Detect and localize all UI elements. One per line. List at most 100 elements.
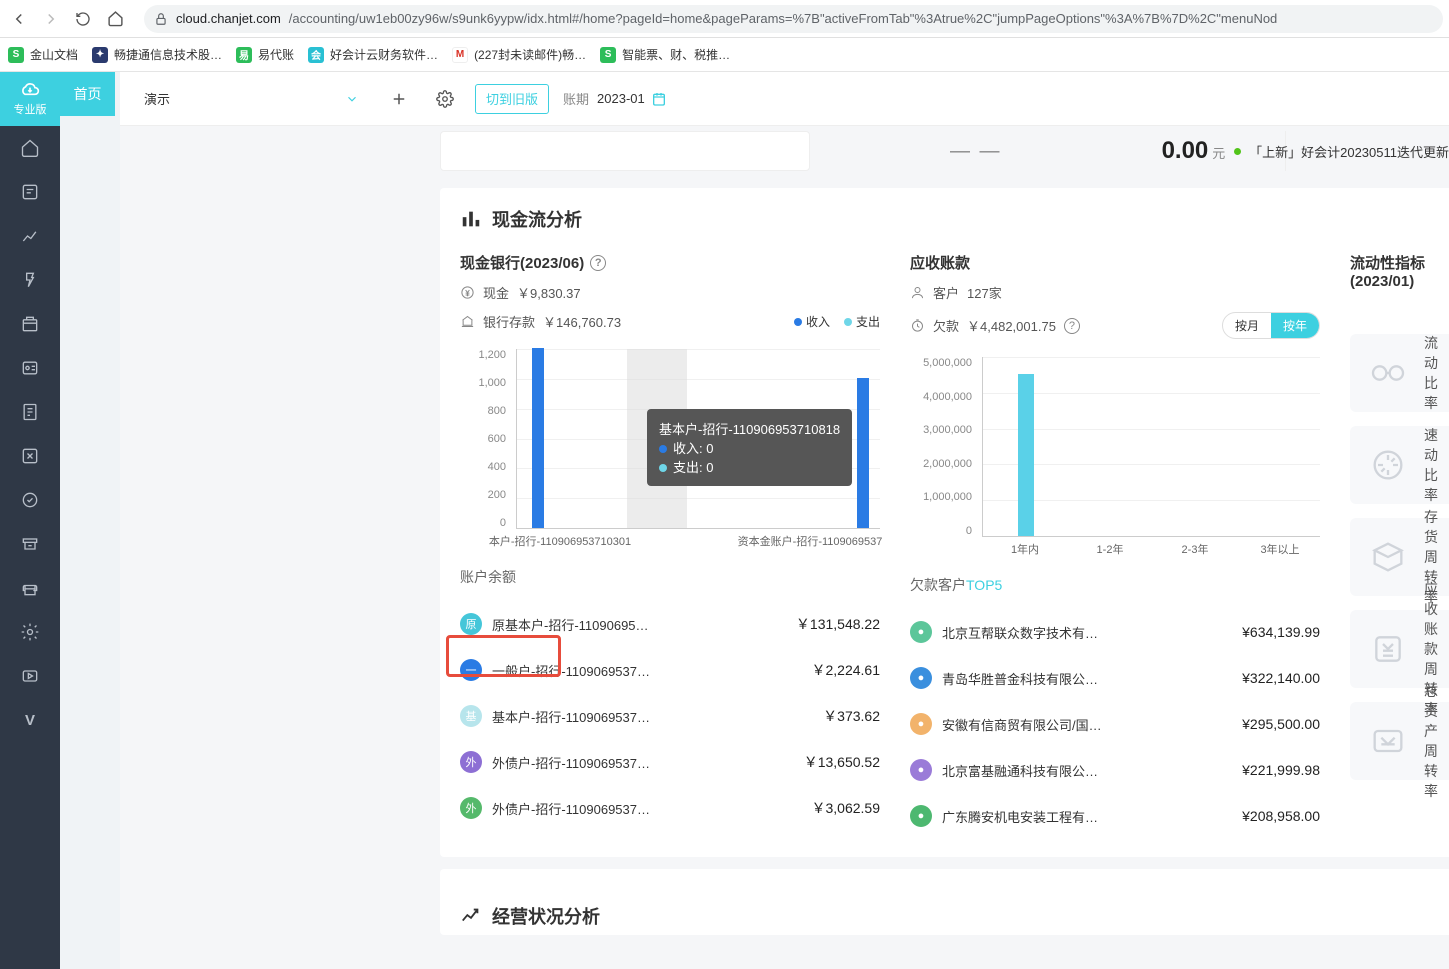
rail-voucher-icon[interactable]: [0, 170, 60, 214]
customer-badge-icon: ●: [910, 805, 932, 827]
liquidity-section: 流动性指标(2023/01) 流动比率速动比率存货周转率应收账款周转率总资产周转…: [1350, 252, 1449, 839]
help-icon[interactable]: ?: [590, 255, 606, 271]
summary-search-box[interactable]: [440, 131, 810, 171]
nav-home-icon[interactable]: [102, 6, 128, 32]
rail-report-icon[interactable]: [0, 214, 60, 258]
rail-closing-icon[interactable]: [0, 478, 60, 522]
liquidity-card[interactable]: 总资产周转率: [1350, 702, 1449, 780]
rail-funds-icon[interactable]: [0, 258, 60, 302]
app-logo[interactable]: 专业版: [0, 72, 60, 126]
bookmark-item[interactable]: S智能票、财、税推…: [600, 46, 730, 63]
liquidity-card[interactable]: 应收账款周转率: [1350, 610, 1449, 688]
cash-bank-chart: 1,2001,0008006004002000 基本户-招行-110906953…: [460, 349, 880, 549]
customer-amount: ¥322,140.00: [1242, 670, 1320, 686]
logo-text: 专业版: [14, 101, 47, 117]
yen-icon: [460, 285, 475, 300]
content-scroll[interactable]: — — 0.00元 「上新」好会计20230511迭代更新 现金流分析: [120, 126, 1449, 969]
deposit-row: 银行存款 ￥146,760.73: [460, 312, 621, 331]
org-selector[interactable]: 演示: [134, 83, 369, 115]
app-root: 专业版 V 首页 演示 切到旧版 账期: [0, 72, 1449, 969]
top5-row[interactable]: ●广东腾安机电安装工程有…¥208,958.00: [910, 793, 1320, 839]
summary-dashes: — —: [950, 140, 1002, 163]
rail-archive-icon[interactable]: [0, 522, 60, 566]
ar-title: 应收账款: [910, 252, 1320, 273]
nav-reload-icon[interactable]: [70, 6, 96, 32]
nav-forward-icon[interactable]: [38, 6, 64, 32]
account-badge-icon: 外: [460, 797, 482, 819]
top5-title: 欠款客户TOP5: [910, 575, 1320, 595]
trend-icon: [460, 905, 482, 927]
chart-tooltip: 基本户-招行-110906953710818 收入: 0 支出: 0: [647, 409, 852, 486]
y-axis: 5,000,0004,000,0003,000,0002,000,0001,00…: [910, 357, 978, 537]
account-name: 基本户-招行-1109069537…: [492, 707, 650, 726]
bookmark-item[interactable]: M(227封未读邮件)畅…: [452, 46, 586, 63]
url-host: cloud.chanjet.com: [176, 11, 281, 26]
rail-home-icon[interactable]: [0, 126, 60, 170]
cloud-icon: [18, 81, 42, 101]
gear-icon[interactable]: [429, 83, 461, 115]
period-selector[interactable]: 账期 2023-01: [563, 89, 667, 108]
nav-back-icon[interactable]: [6, 6, 32, 32]
cash-row: 现金 ￥9,830.37: [460, 283, 880, 302]
address-bar[interactable]: cloud.chanjet.com /accounting/uw1eb00zy9…: [144, 5, 1443, 33]
bookmark-item[interactable]: 会好会计云财务软件…: [308, 46, 438, 63]
main-area: 演示 切到旧版 账期 2023-01 — — 0.00元: [120, 72, 1449, 969]
bank-icon: [460, 314, 475, 329]
top-toolbar: 演示 切到旧版 账期 2023-01: [120, 72, 1449, 126]
account-row[interactable]: 原原基本户-招行-11090695…￥131,548.22: [460, 601, 880, 647]
customer-amount: ¥295,500.00: [1242, 716, 1320, 732]
customer-name: 北京互帮联众数字技术有…: [942, 623, 1098, 642]
account-name: 外债户-招行-1109069537…: [492, 753, 650, 772]
left-rail: 专业版 V: [0, 72, 60, 969]
toggle-year[interactable]: 按年: [1271, 313, 1319, 338]
customer-amount: ¥634,139.99: [1242, 624, 1320, 640]
customer-name: 北京富基融通科技有限公…: [942, 761, 1098, 780]
account-row[interactable]: 外外债户-招行-1109069537…￥3,062.59: [460, 785, 880, 831]
tab-home[interactable]: 首页: [60, 72, 115, 116]
operations-panel: 经营状况分析: [440, 869, 1449, 935]
bookmark-item[interactable]: ✦畅捷通信息技术股…: [92, 46, 222, 63]
customer-amount: ¥208,958.00: [1242, 808, 1320, 824]
top5-row[interactable]: ●北京互帮联众数字技术有…¥634,139.99: [910, 609, 1320, 655]
account-row[interactable]: 基基本户-招行-1109069537…￥373.62: [460, 693, 880, 739]
account-badge-icon: 原: [460, 613, 482, 635]
top5-row[interactable]: ●青岛华胜普金科技有限公…¥322,140.00: [910, 655, 1320, 701]
rail-assets-icon[interactable]: [0, 302, 60, 346]
rail-vip-icon[interactable]: V: [0, 698, 60, 742]
ar-chart: 5,000,0004,000,0003,000,0002,000,0001,00…: [910, 357, 1320, 557]
add-button[interactable]: [383, 83, 415, 115]
browser-toolbar: cloud.chanjet.com /accounting/uw1eb00zy9…: [0, 0, 1449, 38]
rail-settings-icon[interactable]: [0, 610, 60, 654]
switch-old-button[interactable]: 切到旧版: [475, 84, 549, 114]
bookmark-item[interactable]: S金山文档: [8, 46, 78, 63]
operations-title: 经营状况分析: [460, 887, 1429, 929]
rail-video-icon[interactable]: [0, 654, 60, 698]
customer-name: 安徽有信商贸有限公司/国…: [942, 715, 1102, 734]
top5-row[interactable]: ●安徽有信商贸有限公司/国…¥295,500.00: [910, 701, 1320, 747]
liquidity-card[interactable]: 流动比率: [1350, 334, 1449, 412]
toggle-month[interactable]: 按月: [1223, 313, 1271, 338]
account-badge-icon: 一: [460, 659, 482, 681]
account-row[interactable]: 外外债户-招行-1109069537…￥13,650.52: [460, 739, 880, 785]
top5-list: ● 北京互帮联众数字技术有… ¥634,139.99 ●青岛华胜普金科技有限公…¥32…: [910, 609, 1320, 839]
help-icon[interactable]: ?: [1064, 318, 1080, 334]
account-row[interactable]: 一一般户-招行-1109069537…￥2,224.61: [460, 647, 880, 693]
top5-row[interactable]: ●北京富基融通科技有限公…¥221,999.98: [910, 747, 1320, 793]
summary-strip: — — 0.00元 「上新」好会计20230511迭代更新: [440, 126, 1449, 176]
customer-badge-icon: ●: [910, 759, 932, 781]
y-axis: 1,2001,0008006004002000: [460, 349, 512, 529]
period-toggle[interactable]: 按月 按年: [1222, 312, 1320, 339]
rail-invoice-icon[interactable]: [0, 390, 60, 434]
rail-salary-icon[interactable]: [0, 346, 60, 390]
update-notice[interactable]: 「上新」好会计20230511迭代更新: [1234, 142, 1449, 161]
bookmarks-bar: S金山文档 ✦畅捷通信息技术股… 易易代账 会好会计云财务软件… M(227封未…: [0, 38, 1449, 72]
user-icon: [910, 285, 925, 300]
rail-tax-icon[interactable]: [0, 434, 60, 478]
bookmark-item[interactable]: 易易代账: [236, 46, 294, 63]
rail-print-icon[interactable]: [0, 566, 60, 610]
chevron-down-icon: [345, 92, 359, 106]
liquidity-card[interactable]: 速动比率: [1350, 426, 1449, 504]
bar-chart-icon: [460, 208, 482, 230]
liquidity-icon: [1368, 537, 1408, 577]
calendar-icon: [651, 91, 667, 107]
